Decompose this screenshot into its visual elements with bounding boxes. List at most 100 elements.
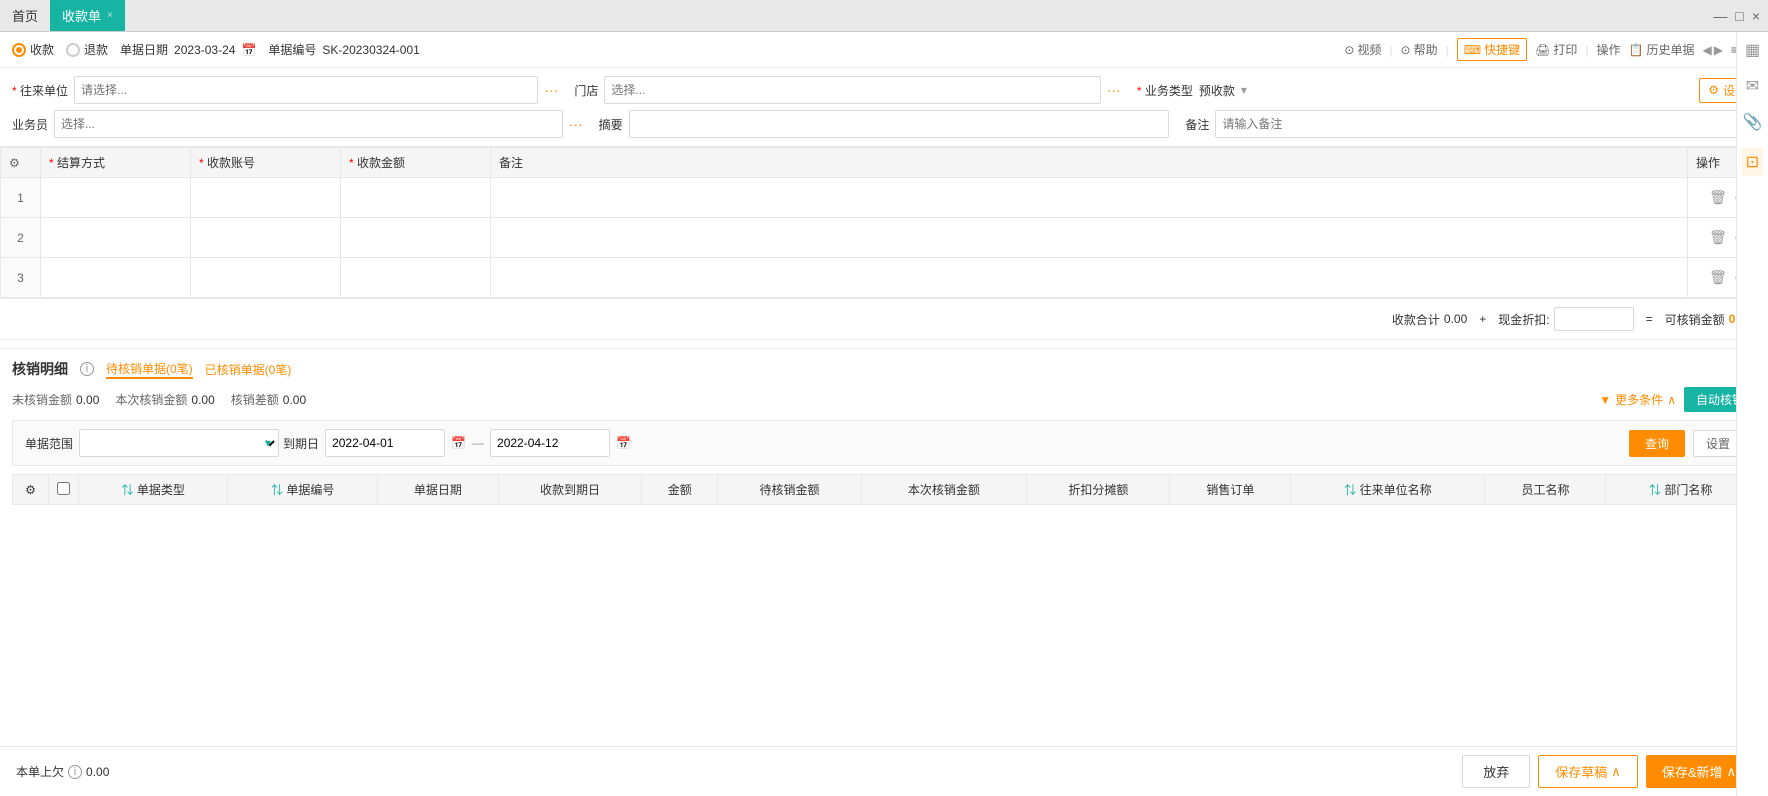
date-from-input[interactable] <box>325 429 445 457</box>
query-btn[interactable]: 查询 <box>1629 430 1685 457</box>
counterpart-more-icon[interactable]: ··· <box>544 82 558 98</box>
receipt-radio[interactable]: 收款 <box>12 41 54 58</box>
save-new-arrow: ∧ <box>1726 764 1736 780</box>
bottom-actions: 放弃 保存草稿 ∧ 保存&新增 ∧ <box>1462 755 1752 788</box>
store-field: 门店 ··· <box>574 76 1120 104</box>
gear-icon: ⚙ <box>9 156 20 170</box>
refund-radio-dot <box>66 43 80 57</box>
maximize-icon[interactable]: □ <box>1735 8 1743 24</box>
store-more-icon[interactable]: ··· <box>1107 82 1121 98</box>
next-arrow[interactable]: ▶ <box>1714 43 1723 57</box>
sub-col-counterpart: ⇅ 往来单位名称 <box>1291 475 1485 505</box>
verify-header: 核销明细 i 待核销单据(0笔) 已核销单据(0笔) <box>12 359 1756 379</box>
completed-tab[interactable]: 已核销单据(0笔) <box>205 361 292 378</box>
settlement-cell-3[interactable] <box>41 258 191 298</box>
settlement-cell-2[interactable] <box>41 218 191 258</box>
tab-home-label: 首页 <box>12 6 38 25</box>
current-item: 本次核销金额 0.00 <box>115 391 214 408</box>
select-all-checkbox[interactable] <box>57 482 70 495</box>
counterpart-input[interactable] <box>74 76 538 104</box>
amount-cell-1[interactable] <box>341 178 491 218</box>
date-to-input[interactable] <box>490 429 610 457</box>
delete-icon-2[interactable]: 🗑 <box>1709 229 1727 245</box>
verify-info-icon[interactable]: i <box>80 362 94 376</box>
pending-tab-label: 待核销单据(0笔) <box>106 360 193 377</box>
account-cell-2[interactable] <box>191 218 341 258</box>
summary-row: 收款合计 0.00 + 现金折扣: = 可核销金额 0.00 <box>0 298 1768 340</box>
account-cell-1[interactable] <box>191 178 341 218</box>
store-input[interactable] <box>604 76 1100 104</box>
prev-arrow[interactable]: ◀ <box>1702 43 1711 57</box>
account-cell-3[interactable] <box>191 258 341 298</box>
video-btn[interactable]: ⊙ 视频 <box>1344 41 1381 58</box>
range-label: 单据范围 <box>25 435 73 452</box>
pending-tab[interactable]: 待核销单据(0笔) <box>106 360 193 379</box>
video-label: 视频 <box>1357 41 1381 58</box>
summary-input[interactable] <box>629 110 1170 138</box>
delete-icon-1[interactable]: 🗑 <box>1709 189 1727 205</box>
sidebar-table-icon[interactable]: ▦ <box>1745 40 1760 60</box>
salesperson-label: 业务员 <box>12 116 48 133</box>
sub-col-number: ⇅ 单据编号 <box>228 475 377 505</box>
sidebar-email-icon[interactable]: ✉ <box>1746 76 1759 96</box>
remarks-cell-1[interactable] <box>491 178 1688 218</box>
filter-icon: ▼ <box>1599 393 1611 407</box>
calendar-icon[interactable]: 📅 <box>241 43 256 57</box>
history-btn[interactable]: 📋 历史单据 <box>1628 41 1694 58</box>
history-label: 历史单据 <box>1646 41 1694 58</box>
filter-right: 查询 设置 <box>1629 430 1743 457</box>
shortcut-btn[interactable]: ⌨ 快捷键 <box>1457 38 1527 61</box>
amount-cell-2[interactable] <box>341 218 491 258</box>
business-type-value: 预收款 <box>1199 82 1235 99</box>
current-label: 本次核销金额 <box>115 391 187 408</box>
col-amount: 收款金额 <box>341 148 491 178</box>
sub-col-checkbox[interactable] <box>49 475 79 505</box>
discount-item: 现金折扣: <box>1498 307 1633 331</box>
refund-radio[interactable]: 退款 <box>66 41 108 58</box>
salesperson-input[interactable] <box>54 110 563 138</box>
sub-col-gear[interactable]: ⚙ <box>13 475 49 505</box>
equals-sign: = <box>1646 312 1653 326</box>
tab-home[interactable]: 首页 <box>0 0 50 31</box>
total-value: 0.00 <box>1444 312 1467 326</box>
business-type-arrow[interactable]: ▾ <box>1241 83 1247 97</box>
operations-btn[interactable]: 操作 <box>1596 41 1620 58</box>
history-icon: 📋 <box>1628 43 1643 57</box>
sort-icon: ⇅ <box>122 483 134 497</box>
print-btn[interactable]: 🖨 打印 <box>1535 41 1577 58</box>
remarks-cell-3[interactable] <box>491 258 1688 298</box>
remarks-cell-2[interactable] <box>491 218 1688 258</box>
minimize-icon[interactable]: — <box>1713 8 1727 24</box>
salesperson-more-icon[interactable]: ··· <box>569 116 583 132</box>
draft-btn[interactable]: 保存草稿 ∧ <box>1538 755 1638 788</box>
date-range-field: 到期日 📅 — 📅 <box>283 429 631 457</box>
help-btn[interactable]: ⊙ 帮助 <box>1401 41 1438 58</box>
more-conditions-btn[interactable]: ▼ 更多条件 ∧ <box>1599 391 1676 408</box>
range-select[interactable] <box>79 429 279 457</box>
remarks-input[interactable] <box>1215 110 1756 138</box>
bottom-bar: 本单上欠 i 0.00 放弃 保存草稿 ∧ 保存&新增 ∧ <box>0 746 1768 796</box>
table-section: ⚙ 结算方式 收款账号 收款金额 备注 操作 1 <box>0 147 1768 340</box>
sub-col-department: ⇅ 部门名称 <box>1606 475 1756 505</box>
amount-cell-3[interactable] <box>341 258 491 298</box>
business-type-label: 业务类型 <box>1137 82 1193 99</box>
discount-input[interactable] <box>1554 307 1634 331</box>
tab-close-icon[interactable]: × <box>107 10 113 21</box>
date-calendar-to-icon[interactable]: 📅 <box>616 436 631 450</box>
col-gear[interactable]: ⚙ <box>1 148 41 178</box>
date-calendar-from-icon[interactable]: 📅 <box>451 436 466 450</box>
business-type-field: 业务类型 预收款 ▾ <box>1137 82 1683 99</box>
tab-receipt[interactable]: 收款单 × <box>50 0 125 31</box>
close-window-icon[interactable]: × <box>1752 8 1760 24</box>
delete-icon-3[interactable]: 🗑 <box>1709 269 1727 285</box>
sub-col-discount: 折扣分摊额 <box>1027 475 1170 505</box>
abandon-btn[interactable]: 放弃 <box>1462 755 1530 788</box>
window-controls: — □ × <box>1713 8 1768 24</box>
sidebar-screenshot-icon[interactable]: ⊡ <box>1742 148 1763 176</box>
sub-gear-icon: ⚙ <box>25 483 36 497</box>
settlement-cell-1[interactable] <box>41 178 191 218</box>
bottom-info-icon[interactable]: i <box>68 765 82 779</box>
sidebar-attachment-icon[interactable]: 📎 <box>1743 112 1763 132</box>
form-row-2: 业务员 ··· 摘要 备注 <box>12 110 1756 138</box>
counterpart-label: 往来单位 <box>12 82 68 99</box>
